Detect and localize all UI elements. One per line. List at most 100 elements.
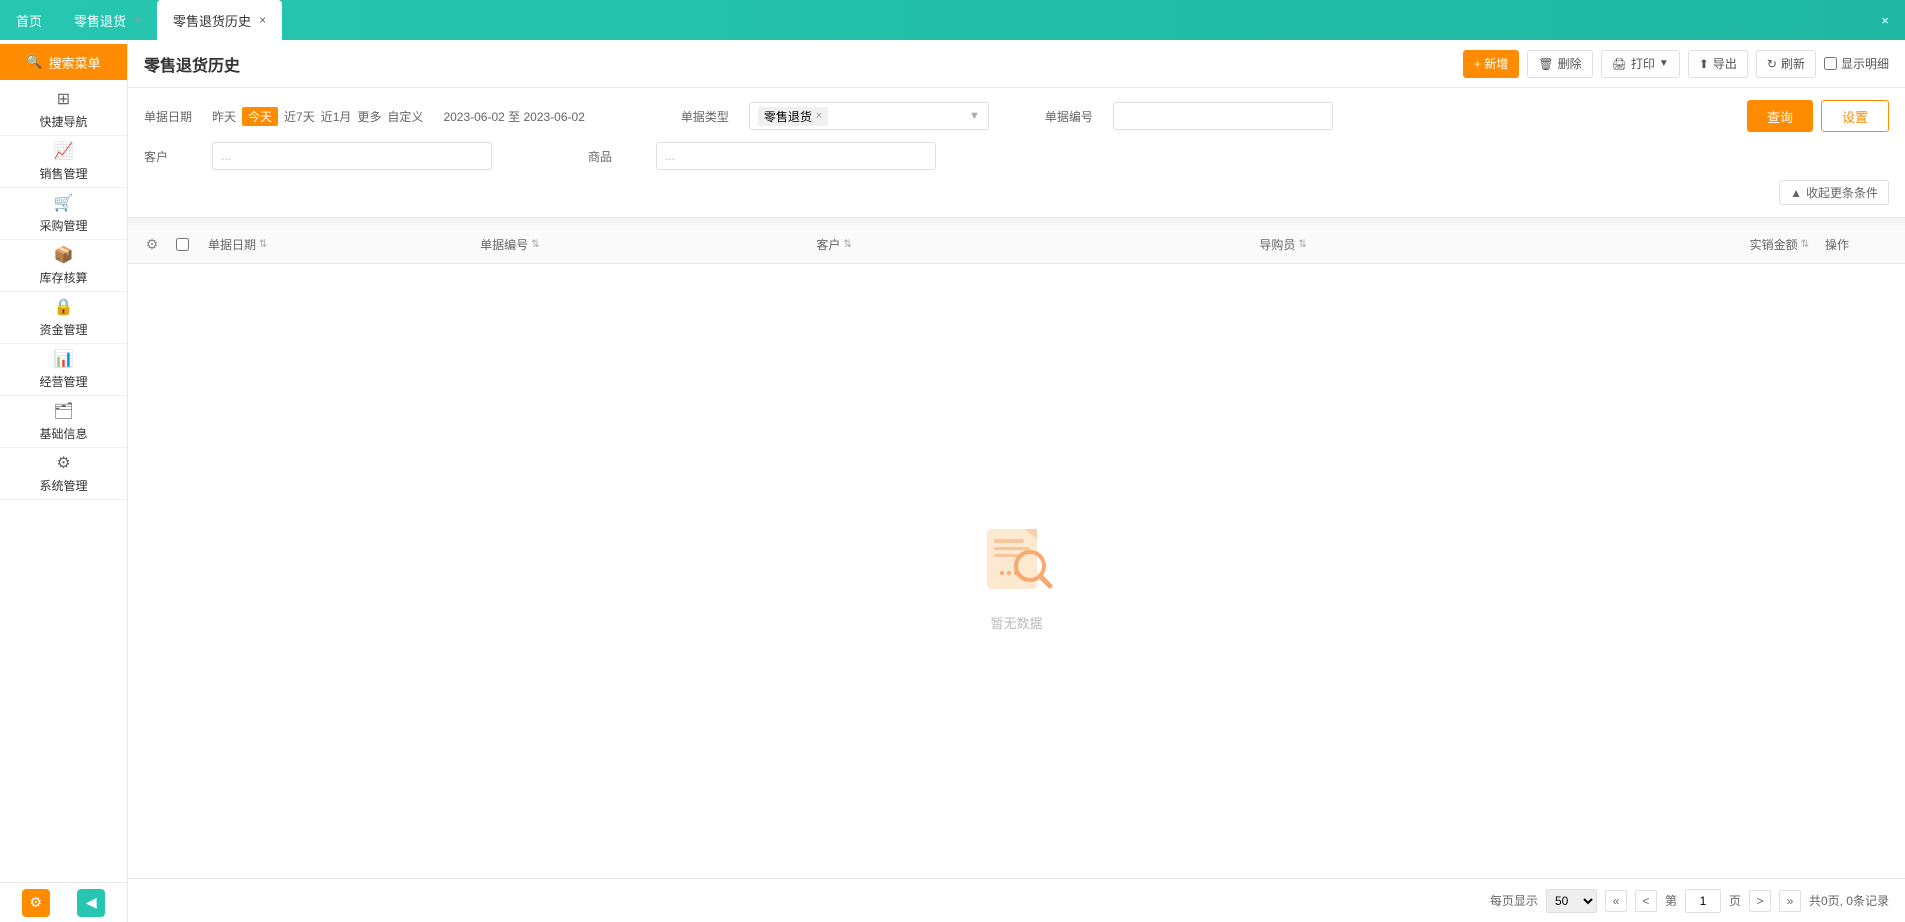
collapse-filter-btn[interactable]: ▲ 收起更条条件 — [1779, 180, 1889, 205]
sidebar-item-basic-info[interactable]: 🗂 基础信息 — [0, 396, 127, 448]
sidebar-item-quick-nav[interactable]: ⊞ 快捷导航 — [0, 84, 127, 136]
goods-select[interactable]: ... — [656, 142, 936, 170]
customer-select[interactable]: ... — [212, 142, 492, 170]
empty-state: 暂无数据 — [128, 264, 1905, 878]
th-num[interactable]: 单据编号 ⇅ — [472, 236, 808, 253]
voucher-type-remove[interactable]: × — [816, 110, 822, 122]
table-area: ⚙ 单据日期 ⇅ 单据编号 ⇅ 客户 ⇅ 导购员 — [128, 226, 1905, 878]
last-page-btn[interactable]: » — [1779, 890, 1801, 912]
voucher-num-input[interactable] — [1113, 102, 1333, 130]
date-shortcut-today[interactable]: 今天 — [242, 107, 278, 126]
customer-label: 客户 — [144, 148, 196, 165]
amount-sort-icon[interactable]: ⇅ — [1801, 239, 1809, 250]
delete-button[interactable]: 🗑 🗑 删除 删除 — [1527, 50, 1592, 78]
system-icon: ⚙ — [54, 453, 74, 473]
export-button[interactable]: ⬆ 导出 — [1688, 50, 1748, 78]
customer-sort-icon[interactable]: ⇅ — [843, 239, 851, 250]
main-layout: 🔍 搜索菜单 ⊞ 快捷导航 📈 销售管理 🛒 采购管理 📦 库存核算 🔒 资金管… — [0, 40, 1905, 922]
select-all-checkbox[interactable] — [176, 238, 189, 251]
sidebar-item-inventory[interactable]: 📦 库存核算 — [0, 240, 127, 292]
total-info: 共0页, 0条记录 — [1809, 892, 1889, 909]
display-detail-checkbox-container[interactable]: 显示明细 — [1824, 55, 1889, 72]
voucher-type-dropdown-icon: ▼ — [969, 110, 980, 122]
th-date[interactable]: 单据日期 ⇅ — [200, 236, 472, 253]
th-amount[interactable]: 实销金额 ⇅ — [1588, 236, 1817, 253]
refresh-icon: ↻ — [1767, 57, 1777, 71]
th-checkbox[interactable] — [168, 238, 200, 251]
voucher-type-select[interactable]: 零售退货 × ▼ — [749, 102, 989, 130]
date-shortcut-1month[interactable]: 近1月 — [321, 108, 352, 125]
quick-nav-icon: ⊞ — [54, 89, 74, 109]
tab-retail-return-history[interactable]: 零售退货历史 × — [157, 0, 282, 40]
page-title: 零售退货历史 — [144, 52, 240, 76]
date-shortcut-yesterday[interactable]: 昨天 — [212, 108, 236, 125]
operations-icon: 📊 — [54, 349, 74, 369]
page-size-label: 每页显示 — [1490, 892, 1538, 909]
display-detail-checkbox[interactable] — [1824, 57, 1837, 70]
first-page-btn[interactable]: « — [1605, 890, 1627, 912]
sidebar-item-sales-mgmt[interactable]: 📈 销售管理 — [0, 136, 127, 188]
th-guide[interactable]: 导购员 ⇅ — [1251, 236, 1587, 253]
th-action: 操作 — [1817, 236, 1897, 253]
finance-icon: 🔒 — [54, 297, 74, 317]
current-page-input[interactable] — [1685, 889, 1721, 913]
tab-retail-return[interactable]: 零售退货 × — [58, 0, 157, 40]
voucher-type-tag: 零售退货 × — [758, 107, 828, 126]
date-sort-icon[interactable]: ⇅ — [259, 239, 267, 250]
inventory-icon: 📦 — [54, 245, 74, 265]
pagination: 每页显示 20 50 100 « < 第 页 > » 共0页, 0条记录 — [128, 878, 1905, 922]
tab-home[interactable]: 首页 — [0, 0, 58, 40]
basic-info-icon: 🗂 — [54, 401, 74, 421]
goods-placeholder: ... — [665, 149, 675, 163]
sidebar-search[interactable]: 🔍 搜索菜单 — [0, 44, 127, 80]
th-settings[interactable]: ⚙ — [136, 234, 168, 256]
goods-label: 商品 — [588, 148, 640, 165]
delete-icon: 🗑 — [1538, 57, 1553, 71]
filter-row-1: 单据日期 昨天 今天 近7天 近1月 更多 自定义 2023-06-02 至 2… — [144, 100, 1889, 132]
new-button[interactable]: + 新增 — [1463, 50, 1519, 78]
collapse-sidebar-btn[interactable]: ◀ — [77, 889, 105, 917]
date-shortcut-7days[interactable]: 近7天 — [284, 108, 315, 125]
date-shortcut-custom[interactable]: 自定义 — [387, 108, 423, 125]
table-settings-icon[interactable]: ⚙ — [144, 234, 160, 256]
refresh-button[interactable]: ↻ 刷新 — [1756, 50, 1816, 78]
filter-row-2: 客户 ... 商品 ... — [144, 142, 1889, 170]
voucher-type-label: 单据类型 — [681, 108, 733, 125]
th-customer[interactable]: 客户 ⇅ — [808, 236, 1251, 253]
print-button[interactable]: 🖨 打印 ▼ — [1601, 50, 1680, 78]
settings-bottom-icon[interactable]: ⚙ — [22, 889, 50, 917]
tab-retail-return-close[interactable]: × — [134, 13, 141, 27]
top-bar: 首页 零售退货 × 零售退货历史 × × — [0, 0, 1905, 40]
voucher-num-label: 单据编号 — [1045, 108, 1097, 125]
sidebar-bottom: ⚙ ◀ — [0, 882, 127, 922]
date-label: 单据日期 — [144, 108, 196, 125]
sidebar-item-system-mgmt[interactable]: ⚙ 系统管理 — [0, 448, 127, 500]
tab-retail-return-history-close[interactable]: × — [259, 13, 266, 27]
action-btns: 查询 设置 — [1747, 100, 1889, 132]
setting-button[interactable]: 设置 — [1821, 100, 1889, 132]
print-dropdown-icon: ▼ — [1659, 58, 1669, 69]
search-icon: 🔍 — [26, 54, 42, 70]
print-icon: 🖨 — [1612, 57, 1627, 71]
page-size-select[interactable]: 20 50 100 — [1546, 889, 1597, 913]
empty-text: 暂无数据 — [990, 613, 1042, 632]
sidebar-item-finance[interactable]: 🔒 资金管理 — [0, 292, 127, 344]
sidebar-item-purchase-mgmt[interactable]: 🛒 采购管理 — [0, 188, 127, 240]
sidebar: 🔍 搜索菜单 ⊞ 快捷导航 📈 销售管理 🛒 采购管理 📦 库存核算 🔒 资金管… — [0, 40, 128, 922]
sidebar-item-operations[interactable]: 📊 经营管理 — [0, 344, 127, 396]
guide-sort-icon[interactable]: ⇅ — [1298, 239, 1306, 250]
page-unit: 页 — [1729, 892, 1741, 909]
num-sort-icon[interactable]: ⇅ — [531, 239, 539, 250]
query-button[interactable]: 查询 — [1747, 100, 1813, 132]
purchase-icon: 🛒 — [54, 193, 74, 213]
date-range-display: 2023-06-02 至 2023-06-02 — [443, 108, 584, 125]
table-header: ⚙ 单据日期 ⇅ 单据编号 ⇅ 客户 ⇅ 导购员 — [128, 226, 1905, 264]
page-header: 零售退货历史 + 新增 🗑 🗑 删除 删除 🖨 打印 ▼ ⬆ 导出 — [128, 40, 1905, 88]
topbar-close-btn[interactable]: × — [1881, 13, 1905, 28]
prev-page-btn[interactable]: < — [1635, 890, 1657, 912]
date-shortcut-more[interactable]: 更多 — [357, 108, 381, 125]
sales-icon: 📈 — [54, 141, 74, 161]
next-page-btn[interactable]: > — [1749, 890, 1771, 912]
export-icon: ⬆ — [1699, 57, 1709, 71]
content-area: 零售退货历史 + 新增 🗑 🗑 删除 删除 🖨 打印 ▼ ⬆ 导出 — [128, 40, 1905, 922]
